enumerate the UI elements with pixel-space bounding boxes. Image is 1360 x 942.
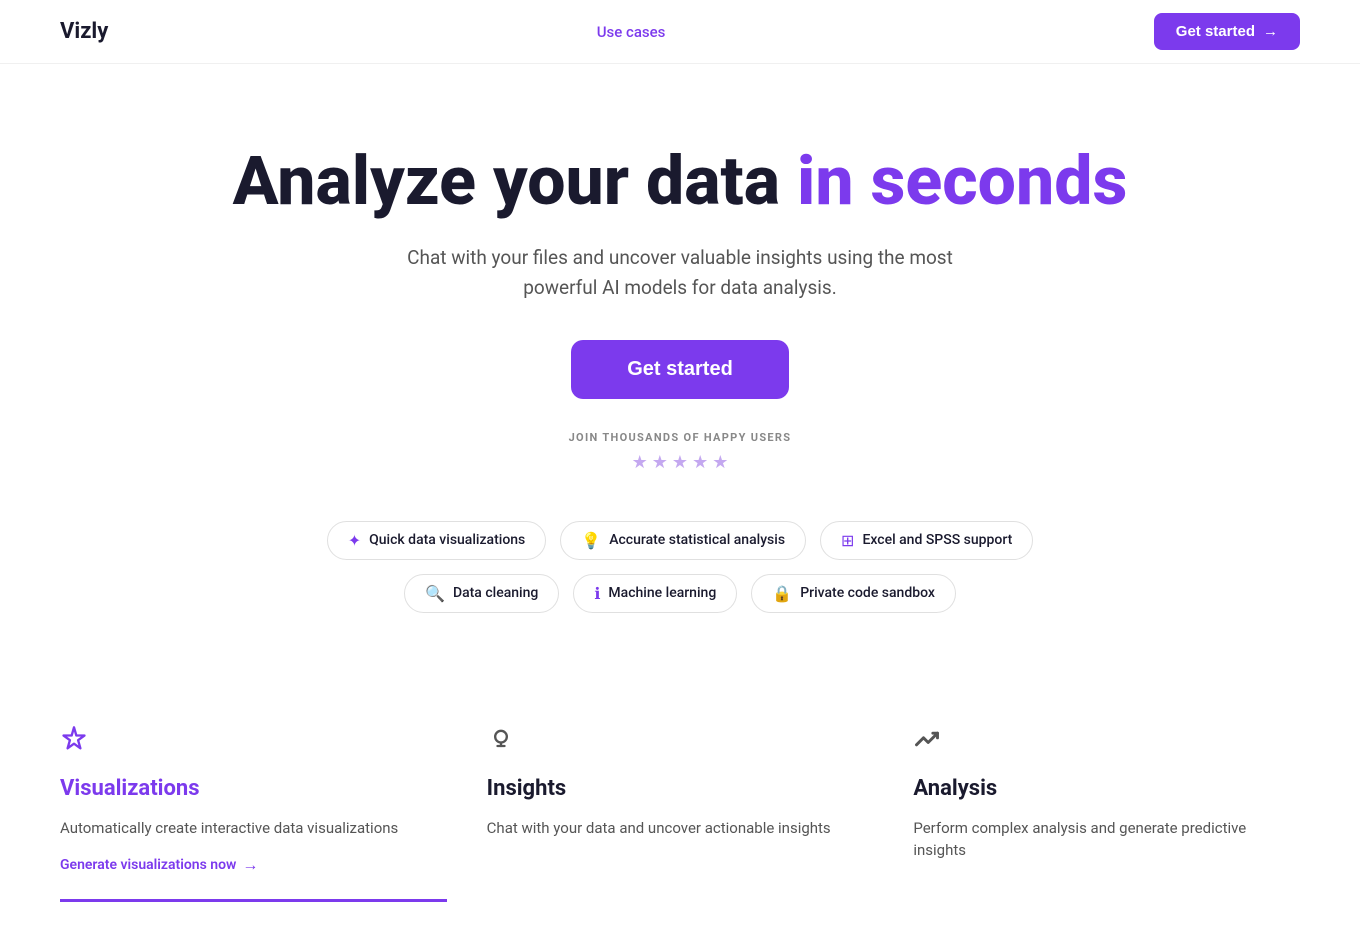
analysis-icon xyxy=(913,725,1300,760)
hero-title: Analyze your data in seconds xyxy=(233,144,1128,219)
pill-code-sandbox: 🔒 Private code sandbox xyxy=(751,574,956,613)
info-icon: ℹ xyxy=(594,584,600,603)
visualizations-link[interactable]: Generate visualizations now → xyxy=(60,855,447,875)
nav-links: Use cases xyxy=(597,23,666,41)
nav-get-started-button[interactable]: Get started → xyxy=(1154,13,1300,50)
pill-excel-spss: ⊞ Excel and SPSS support xyxy=(820,521,1033,560)
pill-data-cleaning: 🔍 Data cleaning xyxy=(404,574,559,613)
grid-icon: ⊞ xyxy=(841,531,854,550)
star-rating: ★ ★ ★ ★ ★ xyxy=(632,452,729,473)
feature-pills: ✦ Quick data visualizations 💡 Accurate s… xyxy=(327,521,1034,613)
insights-title: Insights xyxy=(487,776,874,801)
visualizations-icon xyxy=(60,725,447,760)
search-icon: 🔍 xyxy=(425,584,445,603)
hero-subtitle: Chat with your files and uncover valuabl… xyxy=(370,243,990,304)
social-proof-label: JOIN THOUSANDS OF HAPPY USERS xyxy=(569,431,792,444)
pill-machine-learning: ℹ Machine learning xyxy=(573,574,737,613)
hero-section: Analyze your data in seconds Chat with y… xyxy=(0,64,1360,725)
pills-row-2: 🔍 Data cleaning ℹ Machine learning 🔒 Pri… xyxy=(404,574,956,613)
feature-analysis: Analysis Perform complex analysis and ge… xyxy=(913,725,1300,903)
nav-logo: Vizly xyxy=(60,19,108,44)
analysis-title: Analysis xyxy=(913,776,1300,801)
features-section: Visualizations Automatically create inte… xyxy=(0,725,1360,942)
lock-icon: 🔒 xyxy=(772,584,792,603)
analysis-desc: Perform complex analysis and generate pr… xyxy=(913,817,1300,862)
insights-icon xyxy=(487,725,874,760)
pill-quick-visualizations: ✦ Quick data visualizations xyxy=(327,521,547,560)
visualizations-desc: Automatically create interactive data vi… xyxy=(60,817,447,840)
insights-desc: Chat with your data and uncover actionab… xyxy=(487,817,874,840)
social-proof: JOIN THOUSANDS OF HAPPY USERS ★ ★ ★ ★ ★ xyxy=(569,431,792,473)
visualizations-title: Visualizations xyxy=(60,776,447,801)
arrow-right-icon: → xyxy=(242,855,258,875)
hero-get-started-button[interactable]: Get started xyxy=(571,340,789,399)
pill-statistical-analysis: 💡 Accurate statistical analysis xyxy=(560,521,806,560)
sparkle-icon: ✦ xyxy=(348,531,361,550)
bulb-icon: 💡 xyxy=(581,531,601,550)
pills-row-1: ✦ Quick data visualizations 💡 Accurate s… xyxy=(327,521,1034,560)
nav-link-use-cases[interactable]: Use cases xyxy=(597,23,666,41)
feature-visualizations: Visualizations Automatically create inte… xyxy=(60,725,447,903)
feature-insights: Insights Chat with your data and uncover… xyxy=(487,725,874,903)
